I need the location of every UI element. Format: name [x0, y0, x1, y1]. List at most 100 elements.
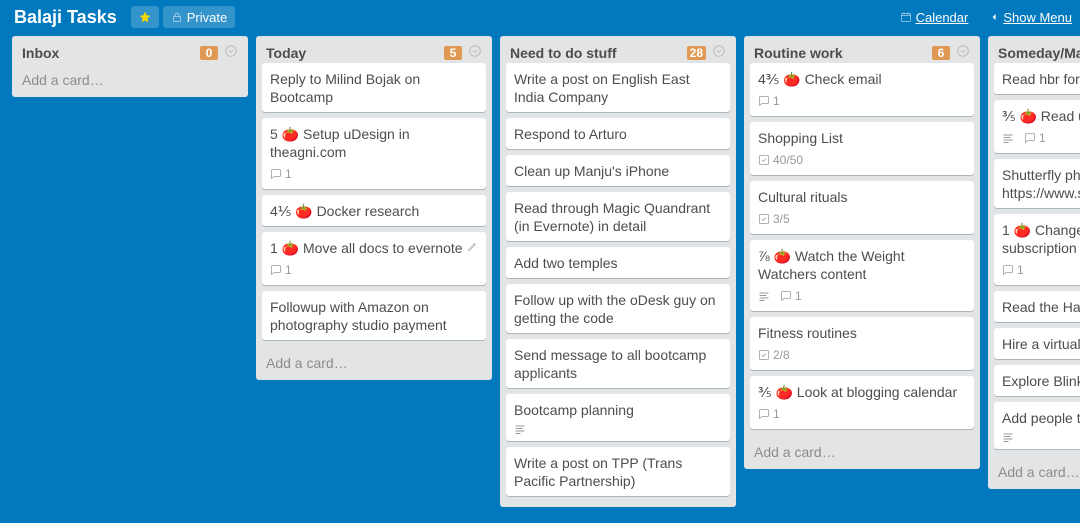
- card-title: Write a post on English East India Compa…: [514, 70, 722, 106]
- list-cards: 4⅗ 🍅 Check email 1 Shopping List40/50 Cultu…: [744, 63, 980, 437]
- card[interactable]: Shopping List40/50: [750, 122, 974, 175]
- card-badges: 1: [270, 165, 478, 183]
- card[interactable]: Fitness routines2/8: [750, 317, 974, 370]
- card[interactable]: ⅗ 🍅 Look at blogging calendar1: [750, 376, 974, 429]
- card-title: 5 🍅 Setup uDesign in theagni.com: [270, 125, 478, 161]
- comment-badge: 1: [1002, 261, 1024, 279]
- privacy-label: Private: [187, 10, 227, 25]
- card-title: Hire a virtual assistant: [1002, 335, 1080, 353]
- card-title: Read through Magic Quandrant (in Evernot…: [514, 199, 722, 235]
- card[interactable]: Follow up with the oDesk guy on getting …: [506, 284, 730, 333]
- card-title: Reply to Milind Bojak on Bootcamp: [270, 70, 478, 106]
- add-card-button[interactable]: Add a card…: [256, 348, 492, 380]
- calendar-link[interactable]: Calendar: [900, 10, 969, 25]
- add-card-button[interactable]: Add a card…: [12, 65, 248, 97]
- pencil-icon[interactable]: [462, 236, 482, 256]
- comment-badge: 1: [758, 92, 780, 110]
- card[interactable]: Hire a virtual assistant: [994, 328, 1080, 359]
- add-card-button[interactable]: Add a card…: [500, 503, 736, 507]
- card-badges: 2/8: [758, 346, 966, 364]
- list-menu-icon[interactable]: [468, 44, 482, 61]
- list-header: Need to do stuff28: [500, 36, 736, 63]
- card-title: 4⅕ 🍅 Docker research: [270, 202, 478, 220]
- calendar-label: Calendar: [916, 10, 969, 25]
- description-icon: [758, 290, 770, 302]
- comment-badge: 1: [1024, 129, 1046, 147]
- card-title: Shutterfly photo https://www.shutterfly …: [1002, 166, 1080, 202]
- card-badges: 1: [758, 287, 966, 305]
- card[interactable]: Read the Habits: [994, 291, 1080, 322]
- card-title: Send message to all bootcamp applicants: [514, 346, 722, 382]
- star-icon: [139, 11, 151, 23]
- card-badges: 1: [1002, 129, 1080, 147]
- card[interactable]: Read hbr for 30 minutes: [994, 63, 1080, 94]
- card[interactable]: Followup with Amazon on photography stud…: [262, 291, 486, 340]
- card-title: Explore Blinkist - summarie: [1002, 372, 1080, 390]
- card[interactable]: Add people to M website: [994, 402, 1080, 449]
- card[interactable]: Clean up Manju's iPhone: [506, 155, 730, 186]
- comment-badge: 1: [758, 405, 780, 423]
- card[interactable]: Respond to Arturo: [506, 118, 730, 149]
- list-count-badge: 0: [200, 46, 218, 60]
- card-title: Write a post on TPP (Trans Pacific Partn…: [514, 454, 722, 490]
- card[interactable]: 5 🍅 Setup uDesign in theagni.com 1: [262, 118, 486, 189]
- card[interactable]: Write a post on English East India Compa…: [506, 63, 730, 112]
- list-menu-icon[interactable]: [712, 44, 726, 61]
- card[interactable]: Write a post on TPP (Trans Pacific Partn…: [506, 447, 730, 496]
- card[interactable]: 4⅗ 🍅 Check email 1: [750, 63, 974, 116]
- list-name[interactable]: Someday/Maybe: [998, 45, 1080, 61]
- card-title: Read hbr for 30 minutes: [1002, 70, 1080, 88]
- list-name[interactable]: Today: [266, 45, 444, 61]
- card[interactable]: Bootcamp planning: [506, 394, 730, 441]
- card-title: ⅗ 🍅 Read up on: [1002, 107, 1080, 125]
- list: Need to do stuff28 Write a post on Englis…: [500, 36, 736, 507]
- star-button[interactable]: [131, 6, 159, 28]
- card-title: 4⅗ 🍅 Check email: [758, 70, 966, 88]
- chevron-left-icon: [990, 11, 999, 23]
- checklist-badge: 40/50: [758, 151, 803, 169]
- list-header: Today5: [256, 36, 492, 63]
- privacy-button[interactable]: Private: [163, 6, 235, 28]
- show-menu-link[interactable]: Show Menu: [1003, 10, 1072, 25]
- board-canvas[interactable]: Inbox0 Add a card… Today5 Reply to Milind B…: [0, 32, 1080, 523]
- comment-badge: 1: [270, 261, 292, 279]
- list-menu-icon[interactable]: [224, 44, 238, 61]
- list-name[interactable]: Routine work: [754, 45, 932, 61]
- list-name[interactable]: Need to do stuff: [510, 45, 687, 61]
- card[interactable]: 1 🍅 Move all docs to evernote 1: [262, 232, 486, 285]
- add-card-button[interactable]: Add a card…: [988, 457, 1080, 489]
- card[interactable]: 1 🍅 Change Napster subscription to M 1: [994, 214, 1080, 285]
- calendar-icon: [900, 11, 912, 23]
- list: Routine work64⅗ 🍅 Check email1Shopping L…: [744, 36, 980, 469]
- list: Someday/Maybe Read hbr for 30 minutes ⅗ 🍅 …: [988, 36, 1080, 489]
- list-name[interactable]: Inbox: [22, 45, 200, 61]
- card[interactable]: Shutterfly photo https://www.shutterfly …: [994, 159, 1080, 208]
- card-badges: 1: [758, 92, 966, 110]
- comment-badge: 1: [780, 287, 802, 305]
- card-badges: 1: [270, 261, 478, 279]
- card-badges: 1: [1002, 261, 1080, 279]
- description-icon: [514, 423, 526, 435]
- card[interactable]: Send message to all bootcamp applicants: [506, 339, 730, 388]
- list-menu-icon[interactable]: [956, 44, 970, 61]
- list: Today5 Reply to Milind Bojak on Bootcamp 5…: [256, 36, 492, 380]
- board-title: Balaji Tasks: [8, 7, 123, 27]
- card-badges: [514, 423, 722, 435]
- card-title: ⅞ 🍅 Watch the Weight Watchers content: [758, 247, 966, 283]
- lock-icon: [171, 11, 183, 23]
- card[interactable]: Cultural rituals3/5: [750, 181, 974, 234]
- card-title: 1 🍅 Change Napster subscription to M: [1002, 221, 1080, 257]
- card[interactable]: Add two temples: [506, 247, 730, 278]
- add-card-button[interactable]: Add a card…: [744, 437, 980, 469]
- card[interactable]: 4⅕ 🍅 Docker research: [262, 195, 486, 226]
- card[interactable]: Read through Magic Quandrant (in Evernot…: [506, 192, 730, 241]
- card[interactable]: Explore Blinkist - summarie: [994, 365, 1080, 396]
- card[interactable]: ⅗ 🍅 Read up on 1: [994, 100, 1080, 153]
- card[interactable]: Reply to Milind Bojak on Bootcamp: [262, 63, 486, 112]
- card-badges: 3/5: [758, 210, 966, 228]
- card-title: 1 🍅 Move all docs to evernote: [270, 239, 478, 257]
- card-badges: [1002, 431, 1080, 443]
- card-title: Respond to Arturo: [514, 125, 722, 143]
- board-header: Balaji Tasks Private Calendar Show Menu: [0, 0, 1080, 32]
- card[interactable]: ⅞ 🍅 Watch the Weight Watchers content 1: [750, 240, 974, 311]
